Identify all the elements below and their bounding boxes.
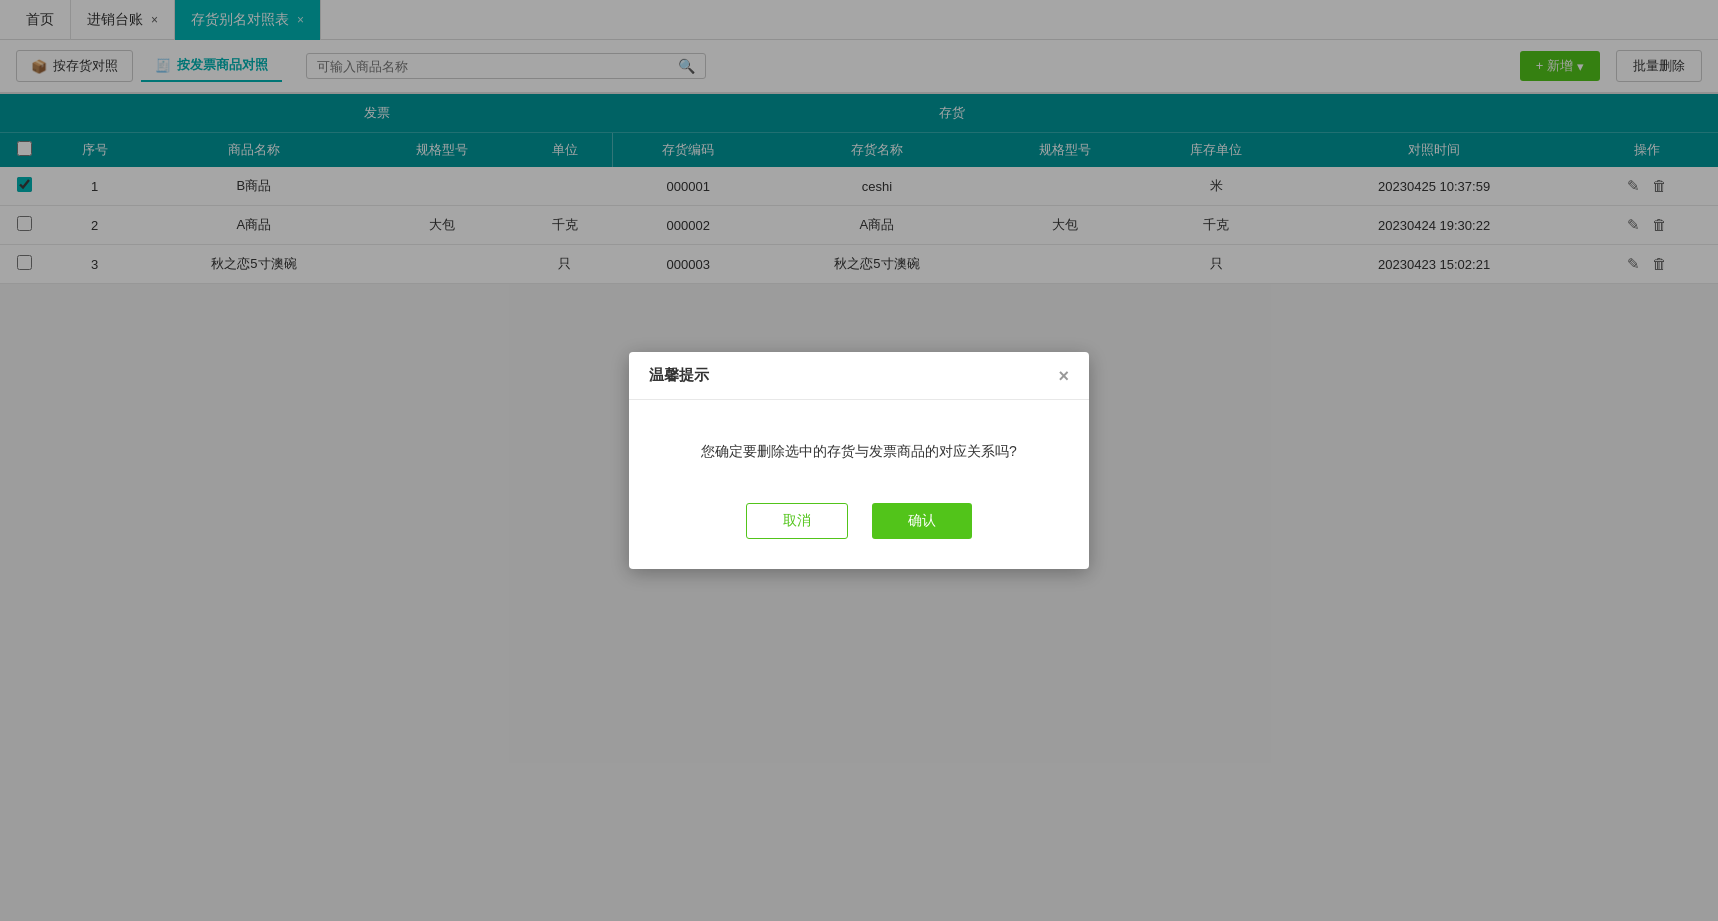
modal-overlay[interactable]: 温馨提示 × 您确定要删除选中的存货与发票商品的对应关系吗? 取消 确认 xyxy=(0,0,1718,284)
